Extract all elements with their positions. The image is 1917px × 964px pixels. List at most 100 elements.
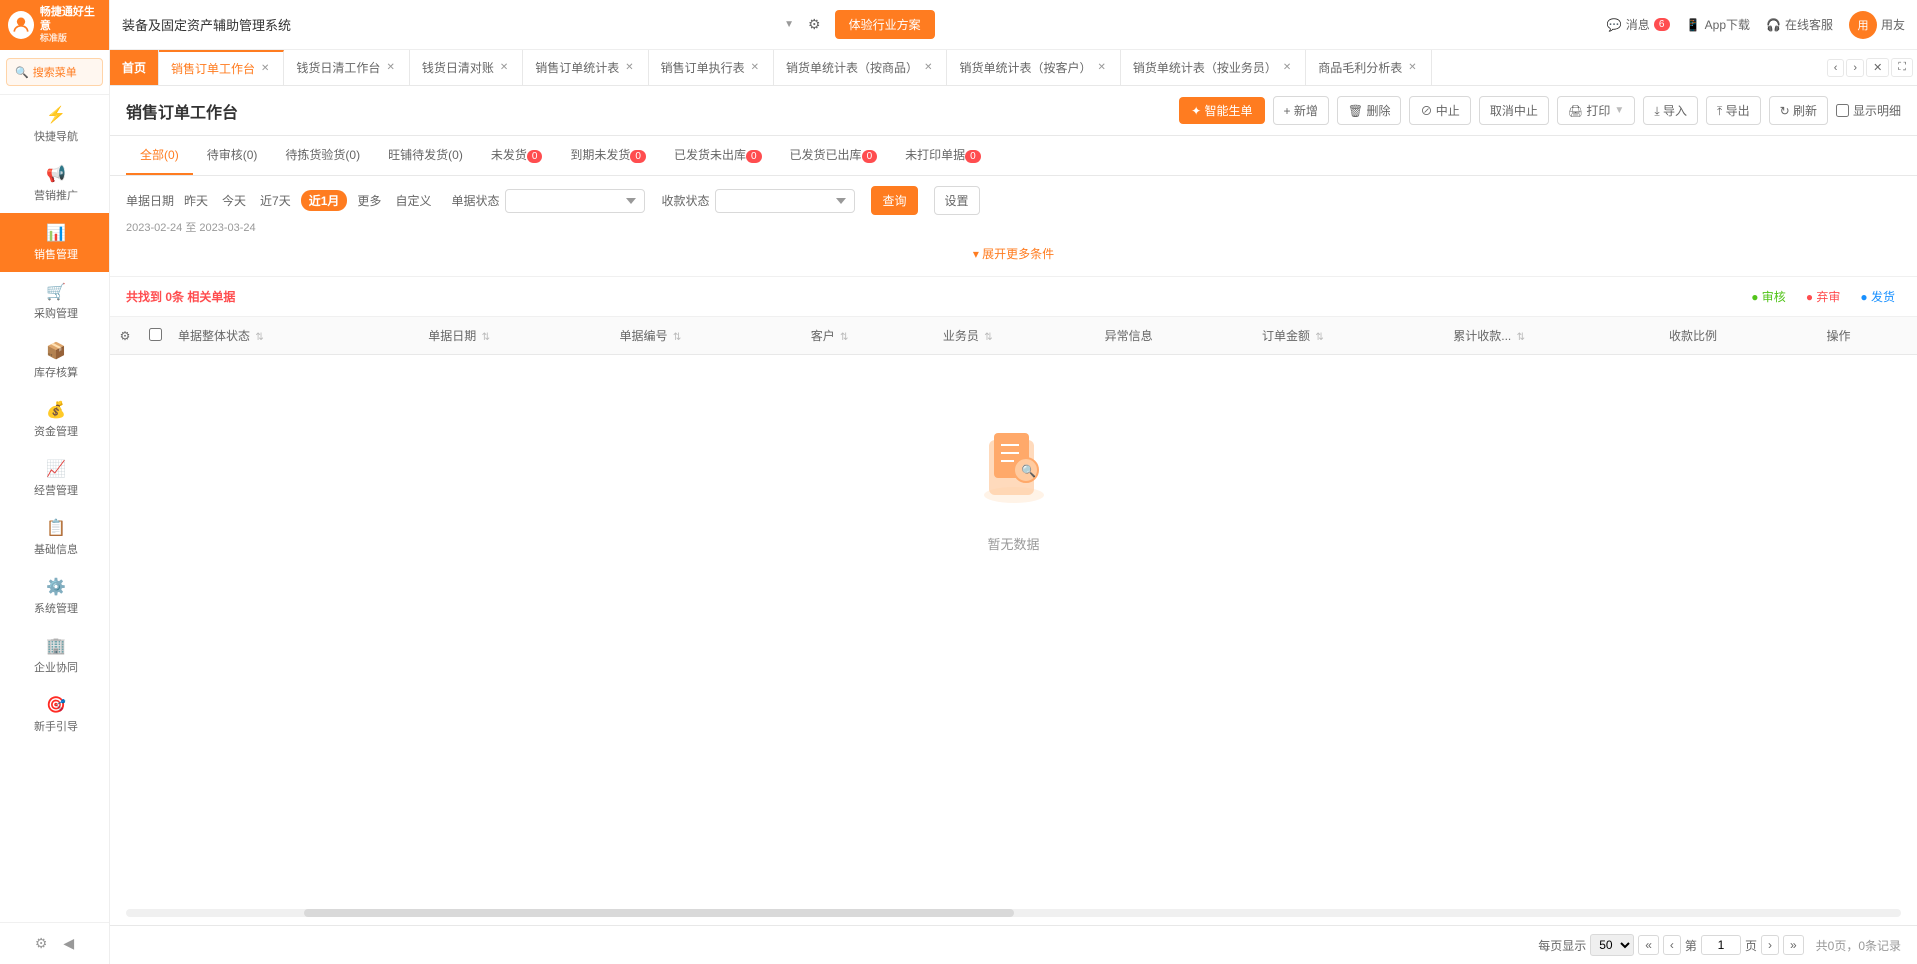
query-button[interactable]: 查询: [871, 186, 917, 215]
tab-sales-workbench-close[interactable]: ✕: [259, 63, 271, 74]
tab-sales-stats-close[interactable]: ✕: [623, 62, 635, 73]
subtab-shipped-not-out[interactable]: 已发货未出库0: [660, 136, 776, 175]
cancel-audit-button[interactable]: ● 弃审: [1800, 285, 1847, 308]
add-button[interactable]: + 新增: [1273, 96, 1329, 125]
sidebar-item-purchase[interactable]: 🛒 采购管理: [0, 272, 109, 331]
sidebar-item-sales[interactable]: 📊 销售管理: [0, 213, 109, 272]
first-page-button[interactable]: «: [1638, 935, 1659, 955]
subtab-pending-inspect[interactable]: 待拣货验货(0): [271, 136, 374, 175]
col-date[interactable]: 单据日期 ⇅: [420, 317, 611, 355]
expand-filter-button[interactable]: ▾ 展开更多条件: [965, 241, 1062, 266]
subtab-overdue-not-shipped[interactable]: 到期未发货0: [556, 136, 660, 175]
sidebar-item-quick-nav[interactable]: ⚡ 快捷导航: [0, 95, 109, 154]
last-page-button[interactable]: »: [1783, 935, 1804, 955]
subtab-pending-audit[interactable]: 待审核(0): [193, 136, 272, 175]
sidebar-item-marketing[interactable]: 📢 营销推广: [0, 154, 109, 213]
date-1month-button[interactable]: 近1月: [301, 190, 348, 211]
page-size-select[interactable]: 50: [1590, 934, 1634, 956]
select-all-checkbox[interactable]: [149, 328, 162, 341]
horizontal-scrollbar-thumb[interactable]: [304, 909, 1014, 917]
next-page-button[interactable]: ›: [1761, 935, 1779, 955]
tab-sales-stats[interactable]: 销售订单统计表 ✕: [523, 50, 648, 85]
status-select[interactable]: [505, 189, 645, 213]
col-checkbox[interactable]: [140, 317, 170, 355]
prev-page-button[interactable]: ‹: [1663, 935, 1681, 955]
tab-gross-margin[interactable]: 商品毛利分析表 ✕: [1306, 50, 1431, 85]
tab-expand-button[interactable]: ⛶: [1891, 58, 1913, 77]
tab-cash-clear-close[interactable]: ✕: [384, 62, 396, 73]
date-more-button[interactable]: 更多: [353, 190, 385, 211]
subtab-not-shipped[interactable]: 未发货0: [477, 136, 557, 175]
col-collected[interactable]: 累计收款... ⇅: [1445, 317, 1661, 355]
tab-gross-margin-close[interactable]: ✕: [1406, 62, 1418, 73]
col-amount[interactable]: 订单金额 ⇅: [1254, 317, 1445, 355]
sidebar-item-inventory[interactable]: 📦 库存核算: [0, 331, 109, 390]
sidebar-item-guide[interactable]: 🎯 新手引导: [0, 685, 109, 744]
sidebar-collapse-button[interactable]: ◀: [57, 931, 80, 956]
status-filter: 单据状态: [451, 189, 645, 213]
smart-generate-button[interactable]: ✦ 智能生单: [1179, 97, 1264, 124]
user-menu[interactable]: 用 用友: [1849, 11, 1905, 39]
topbar-settings-button[interactable]: ⚙: [804, 12, 825, 37]
tab-sales-summary-staff[interactable]: 销货单统计表（按业务员） ✕: [1121, 50, 1306, 85]
delete-button[interactable]: 🗑 删除: [1337, 96, 1402, 125]
tab-scroll-left-button[interactable]: ‹: [1827, 59, 1845, 77]
settings-filter-button[interactable]: 设置: [934, 186, 980, 215]
tab-sales-summary-product[interactable]: 销货单统计表（按商品） ✕: [774, 50, 947, 85]
date-custom-button[interactable]: 自定义: [391, 190, 435, 211]
tab-cash-clear[interactable]: 钱货日清工作台 ✕: [284, 50, 409, 85]
tab-sales-workbench[interactable]: 销售订单工作台 ✕: [159, 50, 284, 85]
bottom-bar: 每页显示 50 « ‹ 第 页 › » 共0页，0条记录: [110, 925, 1917, 964]
sidebar-item-finance[interactable]: 💰 资金管理: [0, 390, 109, 449]
tab-sales-exec[interactable]: 销售订单执行表 ✕: [649, 50, 774, 85]
subtab-shipped-out[interactable]: 已发货已出库0: [776, 136, 892, 175]
export-button[interactable]: ⤒ 导出: [1706, 96, 1761, 125]
tab-sales-summary-staff-close[interactable]: ✕: [1281, 62, 1293, 73]
tab-cash-reconcile-close[interactable]: ✕: [498, 62, 510, 73]
message-button[interactable]: 💬 消息 6: [1607, 16, 1670, 33]
sidebar-item-basic-info[interactable]: 📋 基础信息: [0, 508, 109, 567]
payment-filter: 收款状态: [661, 189, 855, 213]
cancel-stop-button[interactable]: 取消中止: [1479, 96, 1549, 125]
sidebar-item-enterprise[interactable]: 🏢 企业协同: [0, 626, 109, 685]
tab-cash-reconcile[interactable]: 钱货日清对账 ✕: [410, 50, 523, 85]
sidebar-settings-button[interactable]: ⚙: [29, 931, 54, 956]
subtab-wangpu-ship[interactable]: 旺铺待发货(0): [374, 136, 477, 175]
app-download-button[interactable]: 📱 App下载: [1686, 16, 1750, 33]
solution-button[interactable]: 体验行业方案: [835, 10, 935, 39]
col-customer[interactable]: 客户 ⇅: [803, 317, 935, 355]
search-menu-button[interactable]: 🔍 搜索菜单: [6, 58, 103, 86]
date-today-button[interactable]: 今天: [218, 190, 250, 211]
show-detail-checkbox[interactable]: 显示明细: [1836, 102, 1901, 119]
horizontal-scrollbar[interactable]: [126, 909, 1901, 917]
payment-select[interactable]: [715, 189, 855, 213]
refresh-button[interactable]: ↻ 刷新: [1769, 96, 1828, 125]
print-button[interactable]: 🖨 打印 ▼: [1557, 96, 1635, 125]
filter-row-1: 单据日期 昨天 今天 近7天 近1月 更多 自定义 单据状态: [126, 186, 1901, 215]
tab-sales-summary-customer-close[interactable]: ✕: [1095, 62, 1107, 73]
stop-button[interactable]: ⊘ 中止: [1409, 96, 1470, 125]
tab-scroll-right-button[interactable]: ›: [1846, 59, 1864, 77]
col-status[interactable]: 单据整体状态 ⇅: [170, 317, 420, 355]
col-number[interactable]: 单据编号 ⇅: [611, 317, 802, 355]
tab-sales-summary-customer[interactable]: 销货单统计表（按客户） ✕: [947, 50, 1120, 85]
audit-button[interactable]: ● 审核: [1745, 285, 1792, 308]
system-title-dropdown[interactable]: ▼: [784, 19, 794, 30]
import-button[interactable]: ⤓ 导入: [1643, 96, 1698, 125]
subtab-all[interactable]: 全部(0): [126, 136, 193, 175]
show-detail-input[interactable]: [1836, 104, 1849, 117]
date-7days-button[interactable]: 近7天: [256, 190, 295, 211]
sidebar-item-system[interactable]: ⚙️ 系统管理: [0, 567, 109, 626]
date-yesterday-button[interactable]: 昨天: [180, 190, 212, 211]
tab-sales-summary-product-close[interactable]: ✕: [922, 62, 934, 73]
subtab-not-printed[interactable]: 未打印单据0: [891, 136, 995, 175]
col-settings[interactable]: ⚙: [110, 317, 140, 355]
online-service-button[interactable]: 🎧 在线客服: [1766, 16, 1833, 33]
sidebar-item-operations[interactable]: 📈 经营管理: [0, 449, 109, 508]
tab-home[interactable]: 首页: [110, 50, 159, 85]
col-staff[interactable]: 业务员 ⇅: [935, 317, 1097, 355]
page-number-input[interactable]: [1701, 935, 1741, 955]
tab-close-all-button[interactable]: ✕: [1866, 58, 1889, 77]
ship-button[interactable]: ● 发货: [1854, 285, 1901, 308]
tab-sales-exec-close[interactable]: ✕: [749, 62, 761, 73]
